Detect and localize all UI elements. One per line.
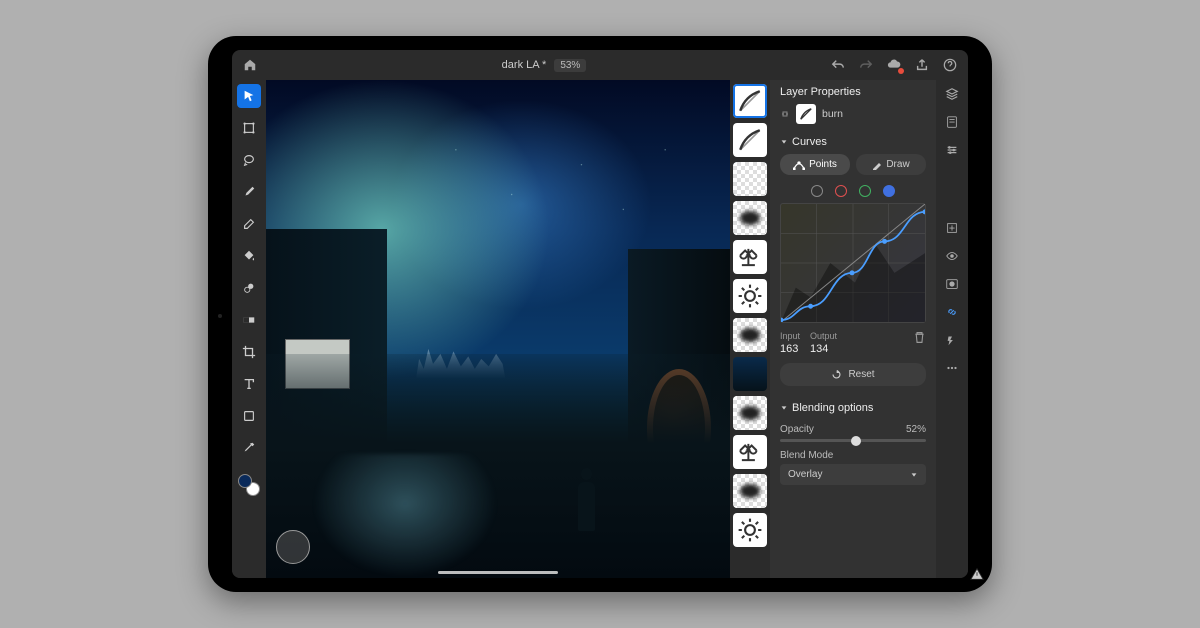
opacity-slider[interactable] — [780, 439, 926, 442]
home-icon[interactable] — [242, 57, 258, 73]
input-value[interactable]: 163 — [780, 343, 800, 355]
mask-icon[interactable] — [944, 276, 960, 292]
cloud-sync-icon[interactable] — [886, 57, 902, 73]
help-icon[interactable] — [942, 57, 958, 73]
tool-gradient[interactable] — [237, 308, 261, 332]
tool-type[interactable] — [237, 372, 261, 396]
curves-graph[interactable] — [780, 203, 926, 323]
more-icon[interactable] — [944, 360, 960, 376]
properties-icon[interactable] — [944, 114, 960, 130]
layer-thumb[interactable] — [733, 357, 767, 391]
curves-header[interactable]: Curves — [770, 130, 936, 154]
panel-title: Layer Properties — [780, 86, 926, 98]
tool-eraser[interactable] — [237, 212, 261, 236]
tool-transform[interactable] — [237, 116, 261, 140]
layer-thumb[interactable] — [733, 84, 767, 118]
home-indicator[interactable] — [438, 571, 558, 574]
redo-icon[interactable] — [858, 57, 874, 73]
points-mode-button[interactable]: Points — [780, 154, 850, 175]
adjust-icon[interactable] — [944, 142, 960, 158]
blendmode-label: Blend Mode — [780, 450, 926, 461]
color-swatches[interactable] — [238, 474, 260, 496]
channel-b[interactable] — [883, 185, 895, 197]
layer-thumb[interactable] — [733, 279, 767, 313]
tool-brush[interactable] — [237, 180, 261, 204]
layer-thumb[interactable] — [733, 513, 767, 547]
blending-header[interactable]: Blending options — [770, 396, 936, 420]
link-icon[interactable] — [944, 304, 960, 320]
channel-rgb[interactable] — [811, 185, 823, 197]
opacity-label: Opacity — [780, 424, 814, 435]
tool-shape[interactable] — [237, 404, 261, 428]
delete-point-icon[interactable] — [913, 331, 926, 347]
canvas[interactable] — [266, 80, 730, 578]
layer-thumb[interactable] — [733, 240, 767, 274]
layer-thumb[interactable] — [733, 318, 767, 352]
layer-name[interactable]: burn — [822, 108, 843, 120]
layer-thumb[interactable] — [733, 123, 767, 157]
layers-icon[interactable] — [944, 86, 960, 102]
tool-rail — [232, 80, 266, 578]
fx-icon[interactable] — [944, 332, 960, 348]
input-label: Input — [780, 331, 800, 341]
right-rail — [936, 80, 968, 578]
properties-panel: Layer Properties burn Curves Points Draw — [770, 80, 936, 578]
draw-mode-button[interactable]: Draw — [856, 154, 926, 175]
layer-thumb[interactable] — [733, 396, 767, 430]
output-label: Output — [810, 331, 837, 341]
tool-clone[interactable] — [237, 276, 261, 300]
layer-thumb[interactable] — [733, 162, 767, 196]
link-icon — [780, 109, 790, 119]
share-icon[interactable] — [914, 57, 930, 73]
output-value[interactable]: 134 — [810, 343, 837, 355]
blendmode-select[interactable]: Overlay — [780, 464, 926, 485]
layer-thumb[interactable] — [733, 201, 767, 235]
doc-title: dark LA * — [502, 59, 547, 71]
tool-lasso[interactable] — [237, 148, 261, 172]
reset-button[interactable]: Reset — [780, 363, 926, 386]
visibility-icon[interactable] — [944, 248, 960, 264]
layers-strip — [730, 80, 770, 578]
tool-move[interactable] — [237, 84, 261, 108]
undo-icon[interactable] — [830, 57, 846, 73]
tool-crop[interactable] — [237, 340, 261, 364]
layer-thumb[interactable] — [733, 435, 767, 469]
add-icon[interactable] — [944, 220, 960, 236]
tool-fill[interactable] — [237, 244, 261, 268]
tool-picker[interactable] — [237, 436, 261, 460]
zoom-percent[interactable]: 53% — [554, 59, 586, 72]
channel-g[interactable] — [859, 185, 871, 197]
opacity-value: 52% — [906, 424, 926, 435]
layer-thumb[interactable] — [733, 474, 767, 508]
layer-thumb-icon — [796, 104, 816, 124]
touch-widget[interactable] — [276, 530, 310, 564]
channel-r[interactable] — [835, 185, 847, 197]
